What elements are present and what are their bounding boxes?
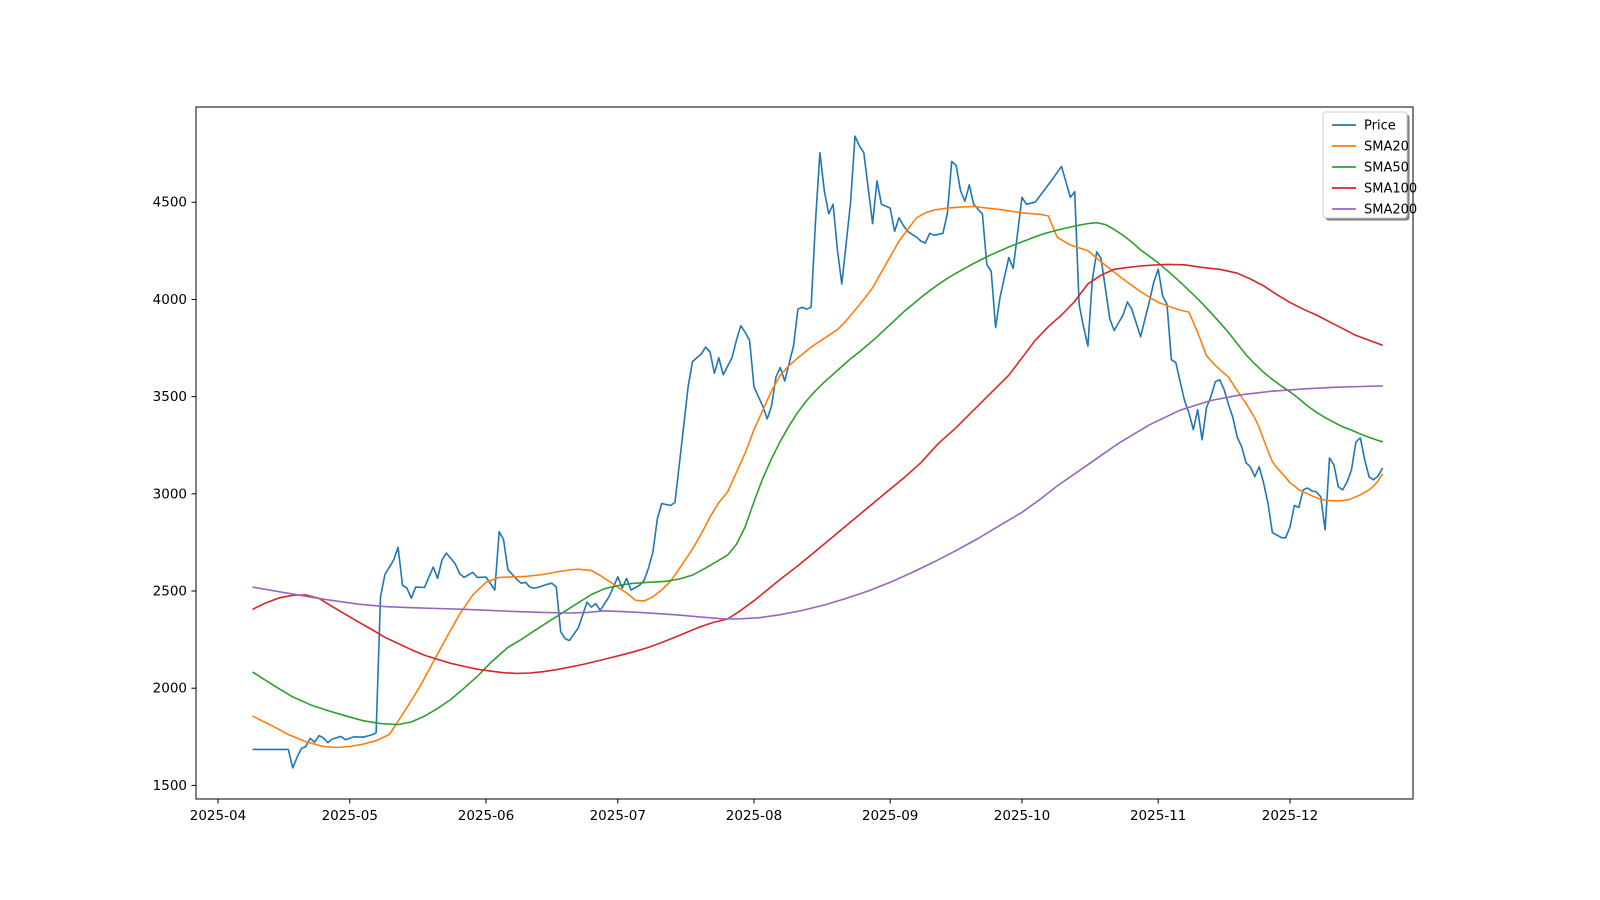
- y-axis-tick-label: 2500: [153, 584, 187, 600]
- x-axis-tick-label: 2025-08: [726, 808, 782, 824]
- legend-label-sma200: SMA200: [1364, 203, 1417, 218]
- x-axis-tick-label: 2025-11: [1130, 808, 1186, 824]
- chart-figure: 1500 2000 2500 3000 3500 4000 4500 2025-04 2025-…: [0, 0, 1600, 900]
- legend-label-sma50: SMA50: [1364, 161, 1409, 176]
- x-axis-tick-label: 2025-10: [994, 808, 1050, 824]
- y-axis-tick-label: 1500: [153, 778, 187, 794]
- y-axis-tick-label: 3500: [153, 389, 187, 405]
- y-axis-tick-label: 4500: [153, 195, 187, 211]
- y-axis-tick-label: 2000: [153, 681, 187, 697]
- legend-label-sma20: SMA20: [1364, 140, 1409, 155]
- x-axis-tick-label: 2025-12: [1262, 808, 1318, 824]
- x-axis-tick-label: 2025-06: [458, 808, 514, 824]
- x-axis-tick-label: 2025-09: [862, 808, 918, 824]
- x-axis-tick-label: 2025-04: [190, 808, 246, 824]
- x-axis-tick-label: 2025-07: [590, 808, 646, 824]
- x-axis-tick-label: 2025-05: [322, 808, 378, 824]
- legend-label-sma100: SMA100: [1364, 182, 1417, 197]
- y-axis-tick-label: 3000: [153, 486, 187, 502]
- y-axis-tick-label: 4000: [153, 292, 187, 308]
- legend-label-price: Price: [1364, 119, 1396, 134]
- price-sma-line-chart: 1500 2000 2500 3000 3500 4000 4500 2025-04 2025-…: [0, 0, 1600, 900]
